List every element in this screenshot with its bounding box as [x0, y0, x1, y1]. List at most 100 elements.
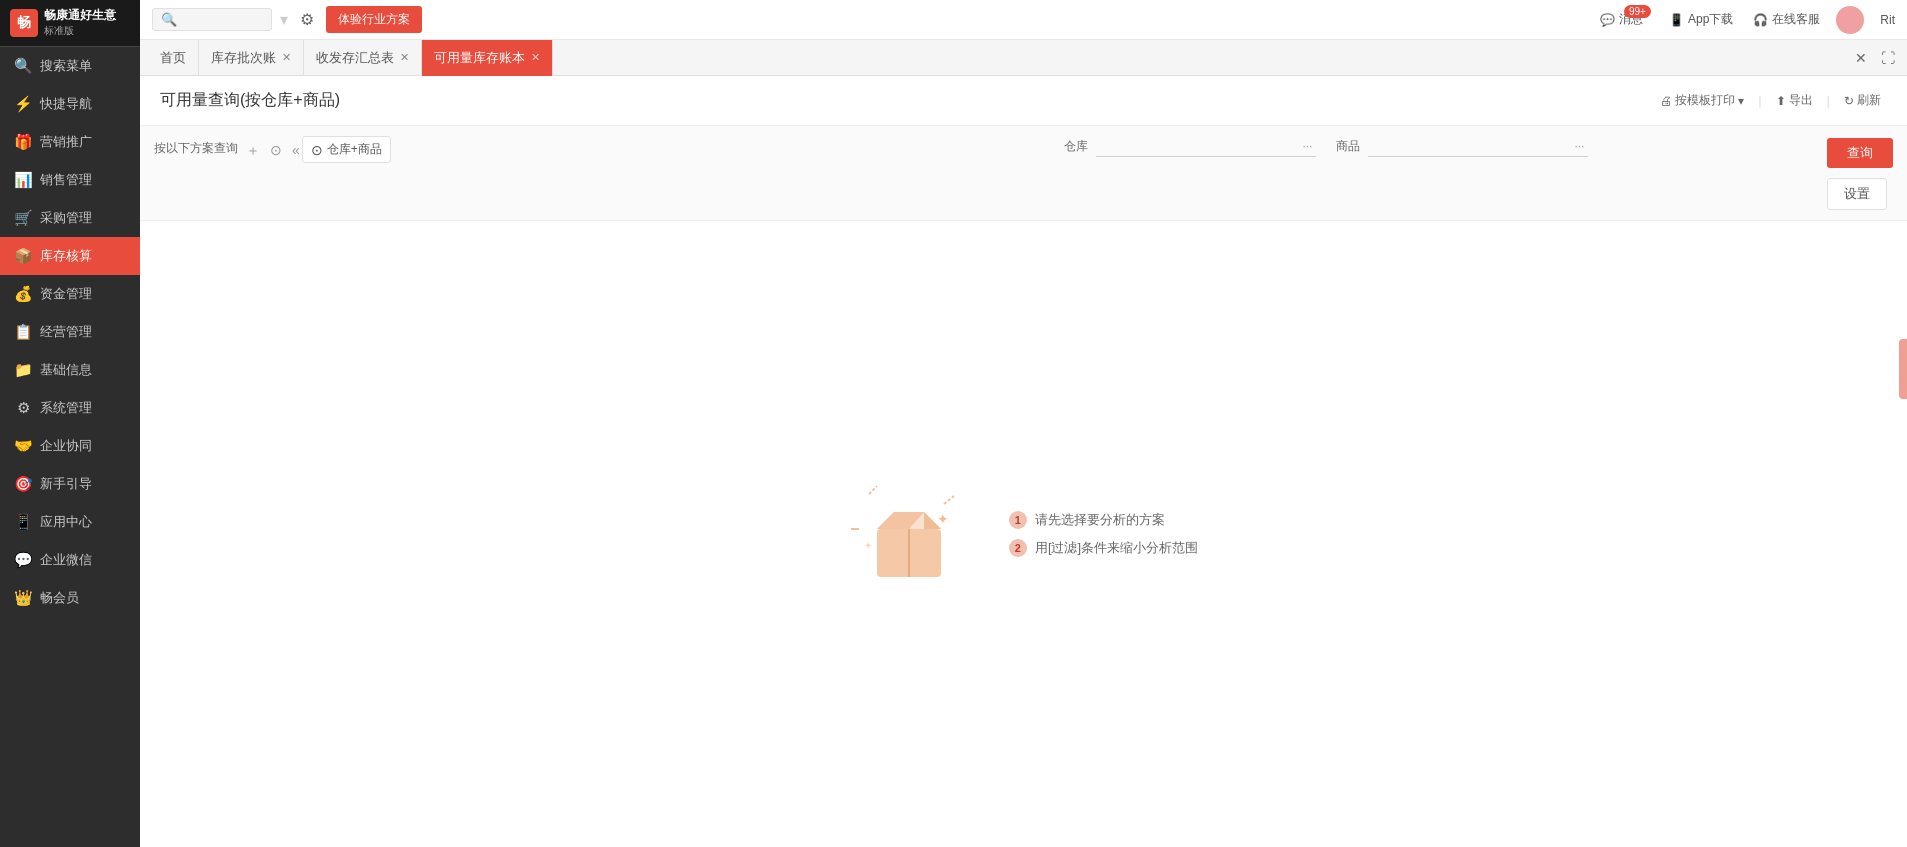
sidebar-item-label: 资金管理 — [40, 285, 92, 303]
sidebar-item-label: 畅会员 — [40, 589, 79, 607]
svg-text:✦: ✦ — [864, 540, 872, 551]
user-avatar[interactable] — [1836, 6, 1864, 34]
empty-state: ✦ ✦ 1 请先选择要分析的方案 2 用[过滤]条件来缩小分析范围 — [849, 474, 1198, 594]
sidebar-item-basic[interactable]: 📁 基础信息 — [0, 351, 140, 389]
sidebar: 畅 畅康通好生意 标准版 🔍搜索菜单⚡快捷导航🎁营销推广📊销售管理🛒采购管理📦库… — [0, 0, 140, 847]
sidebar-item-label: 企业协同 — [40, 437, 92, 455]
edition-label: 标准版 — [44, 24, 116, 38]
enterprise-icon: 🤝 — [14, 437, 32, 455]
chevron-down-icon: ▾ — [1738, 94, 1744, 108]
sidebar-item-finance[interactable]: 💰资金管理 — [0, 275, 140, 313]
empty-tips: 1 请先选择要分析的方案 2 用[过滤]条件来缩小分析范围 — [1009, 511, 1198, 557]
sidebar-item-marketing[interactable]: 🎁营销推广 — [0, 123, 140, 161]
tab-label-stock-summary: 收发存汇总表 — [316, 49, 394, 67]
sidebar-item-label: 营销推广 — [40, 133, 92, 151]
dropdown-icon[interactable]: ▾ — [280, 10, 288, 29]
sidebar-item-operations[interactable]: 📋 经营管理 — [0, 313, 140, 351]
sidebar-item-enterprise[interactable]: 🤝 企业协同 — [0, 427, 140, 465]
wechat-icon: 💬 — [14, 551, 32, 569]
system-icon: ⚙ — [14, 399, 32, 417]
refresh-button[interactable]: ↻ 刷新 — [1838, 88, 1887, 113]
main-body: ✦ ✦ 1 请先选择要分析的方案 2 用[过滤]条件来缩小分析范围 — [140, 221, 1907, 847]
right-scrollbar[interactable] — [1899, 339, 1907, 399]
sidebar-item-label: 新手引导 — [40, 475, 92, 493]
settings-scheme-button[interactable]: ⊙ — [268, 140, 284, 160]
appstore-icon: 📱 — [14, 513, 32, 531]
tab-inventory-batch[interactable]: 库存批次账✕ — [199, 40, 304, 76]
goods-filter-group: 商品 ··· — [1336, 136, 1588, 157]
sidebar-item-label: 快捷导航 — [40, 95, 92, 113]
top-bar-search[interactable]: 🔍 — [152, 8, 272, 31]
tab-close-inventory-batch[interactable]: ✕ — [282, 51, 291, 64]
gear-button[interactable]: ⚙ — [296, 6, 318, 33]
sidebar-item-label: 企业微信 — [40, 551, 92, 569]
right-action-col: 查询 设置 — [1827, 136, 1907, 210]
warehouse-input[interactable] — [1100, 139, 1302, 153]
message-badge: 99+ — [1624, 5, 1651, 18]
sidebar-item-newbie[interactable]: 🎯新手引导 — [0, 465, 140, 503]
warehouse-input-wrapper[interactable]: ··· — [1096, 136, 1316, 157]
inventory-icon: 📦 — [14, 247, 32, 265]
warehouse-goods-scheme[interactable]: ⊙ 仓库+商品 — [302, 136, 391, 163]
sidebar-item-member[interactable]: 👑 畅会员 — [0, 579, 140, 617]
sidebar-item-quicknav[interactable]: ⚡ 快捷导航 — [0, 85, 140, 123]
goods-more-button[interactable]: ··· — [1574, 139, 1584, 153]
sidebar-item-label: 经营管理 — [40, 323, 92, 341]
query-button[interactable]: 查询 — [1827, 138, 1893, 168]
message-button[interactable]: 💬 消息 99+ — [1600, 11, 1643, 28]
tab-label-available-stock: 可用量库存账本 — [434, 49, 525, 67]
sidebar-item-appstore[interactable]: 📱应用中心 — [0, 503, 140, 541]
filter-label-col: 按以下方案查询 ＋ ⊙ « — [154, 136, 302, 162]
top-bar-right: 💬 消息 99+ 📱 App下载 🎧 在线客服 Rit — [1600, 6, 1895, 34]
sales-icon: 📊 — [14, 171, 32, 189]
warehouse-label: 仓库 — [1064, 138, 1088, 155]
headset-icon: 🎧 — [1753, 13, 1768, 27]
sidebar-item-sales[interactable]: 📊销售管理 — [0, 161, 140, 199]
operations-icon: 📋 — [14, 323, 32, 341]
add-scheme-button[interactable]: ＋ — [244, 140, 262, 162]
tip-item-1: 1 请先选择要分析的方案 — [1009, 511, 1198, 529]
column-settings-button[interactable]: 设置 — [1827, 178, 1887, 210]
main-area: 🔍 ▾ ⚙ 体验行业方案 💬 消息 99+ 📱 App下载 🎧 在线客服 Rit — [140, 0, 1907, 847]
filter-schemes: ⊙ 仓库+商品 — [302, 136, 1055, 163]
search-icon: 🔍 — [161, 12, 177, 27]
export-button[interactable]: ⬆ 导出 — [1770, 88, 1819, 113]
member-icon: 👑 — [14, 589, 32, 607]
tab-close-all-button[interactable]: ✕ — [1851, 46, 1871, 70]
basic-icon: 📁 — [14, 361, 32, 379]
print-icon: 🖨 — [1660, 94, 1672, 108]
tab-close-available-stock[interactable]: ✕ — [531, 51, 540, 64]
export-icon: ⬆ — [1776, 94, 1786, 108]
svg-text:✦: ✦ — [937, 511, 949, 527]
template-print-button[interactable]: 🖨 按模板打印 ▾ — [1654, 88, 1750, 113]
tab-stock-summary[interactable]: 收发存汇总表 ✕ — [304, 40, 422, 76]
search-input[interactable] — [181, 13, 261, 27]
logo-icon: 畅 — [10, 9, 38, 37]
tab-expand-button[interactable]: ⛶ — [1877, 46, 1899, 70]
username-label[interactable]: Rit — [1880, 13, 1895, 27]
sidebar-nav: 🔍搜索菜单 ⚡ 快捷导航 🎁营销推广📊销售管理🛒采购管理📦库存核算💰资金管理 📋 经营管理… — [0, 47, 140, 847]
quicknav-icon: ⚡ — [14, 95, 32, 113]
sidebar-item-purchase[interactable]: 🛒采购管理 — [0, 199, 140, 237]
warehouse-more-button[interactable]: ··· — [1302, 139, 1312, 153]
sidebar-item-search[interactable]: 🔍搜索菜单 — [0, 47, 140, 85]
goods-label: 商品 — [1336, 138, 1360, 155]
sidebar-item-wechat[interactable]: 💬 企业微信 — [0, 541, 140, 579]
goods-input[interactable] — [1372, 139, 1574, 153]
online-service-button[interactable]: 🎧 在线客服 — [1753, 11, 1820, 28]
tab-available-stock[interactable]: 可用量库存账本 ✕ — [422, 40, 553, 76]
goods-input-wrapper[interactable]: ··· — [1368, 136, 1588, 157]
sidebar-item-system[interactable]: ⚙系统管理 — [0, 389, 140, 427]
tip-num-1: 1 — [1009, 511, 1027, 529]
tab-close-stock-summary[interactable]: ✕ — [400, 51, 409, 64]
tab-home[interactable]: 首页 — [148, 40, 199, 76]
collapse-scheme-button[interactable]: « — [290, 140, 302, 160]
trial-button[interactable]: 体验行业方案 — [326, 6, 422, 33]
purchase-icon: 🛒 — [14, 209, 32, 227]
app-download-button[interactable]: 📱 App下载 — [1669, 11, 1733, 28]
gear-icon: ⚙ — [300, 11, 314, 28]
online-service-label: 在线客服 — [1772, 11, 1820, 28]
sidebar-item-inventory[interactable]: 📦库存核算 — [0, 237, 140, 275]
sidebar-item-label: 基础信息 — [40, 361, 92, 379]
page-header: 可用量查询(按仓库+商品) 🖨 按模板打印 ▾ | ⬆ 导出 | ↻ 刷新 — [140, 76, 1907, 126]
